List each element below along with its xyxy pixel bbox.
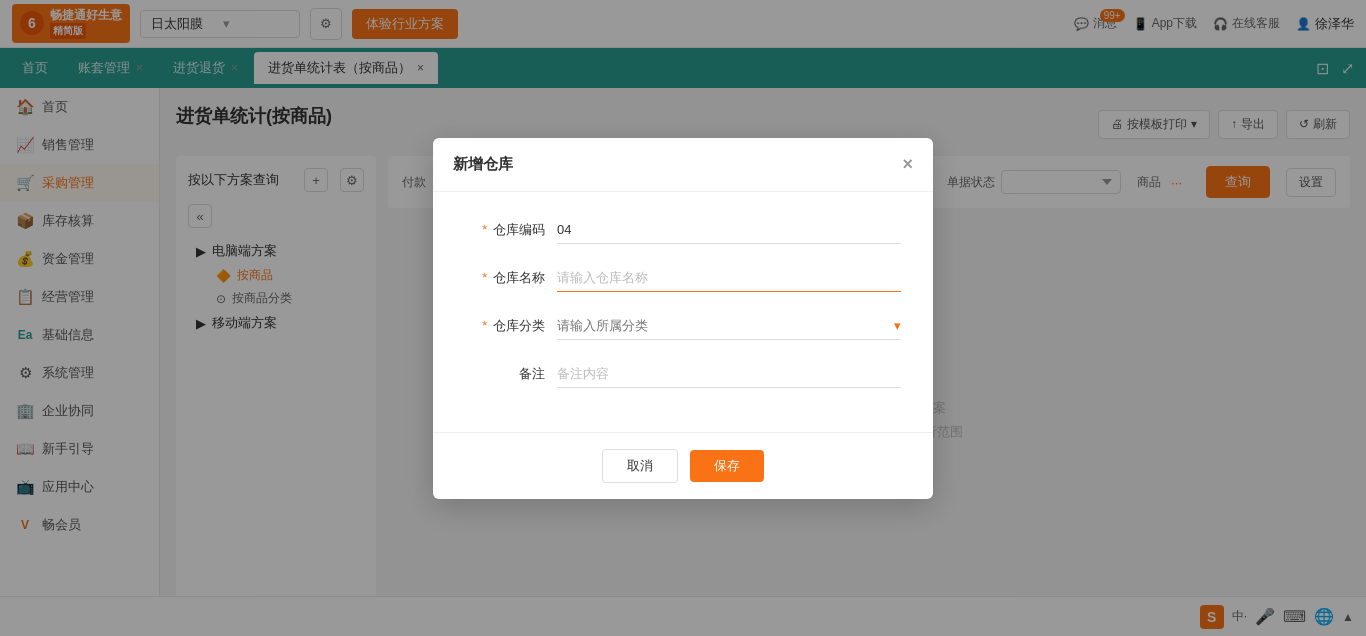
category-form-row: * 仓库分类 ▾ (465, 312, 901, 340)
code-label-text: 仓库编码 (493, 222, 545, 237)
dialog-close-button[interactable]: × (902, 154, 913, 175)
cancel-button[interactable]: 取消 (602, 449, 678, 483)
category-select-row: ▾ (557, 312, 901, 340)
name-label: * 仓库名称 (465, 269, 545, 287)
modal-overlay: 新增仓库 × * 仓库编码 * 仓库名称 (0, 0, 1366, 636)
new-warehouse-dialog: 新增仓库 × * 仓库编码 * 仓库名称 (433, 138, 933, 499)
name-required-star: * (482, 270, 487, 285)
dialog-body: * 仓库编码 * 仓库名称 * 仓库分类 (433, 192, 933, 432)
dialog-header: 新增仓库 × (433, 138, 933, 192)
name-form-row: * 仓库名称 (465, 264, 901, 292)
dialog-title: 新增仓库 (453, 155, 513, 174)
note-form-row: 备注 (465, 360, 901, 388)
category-dropdown-arrow[interactable]: ▾ (894, 318, 901, 333)
note-label-text: 备注 (519, 366, 545, 381)
note-label: 备注 (465, 365, 545, 383)
category-input[interactable] (557, 318, 894, 333)
code-label: * 仓库编码 (465, 221, 545, 239)
category-required-star: * (482, 318, 487, 333)
name-input[interactable] (557, 264, 901, 292)
category-label-text: 仓库分类 (493, 318, 545, 333)
code-required-star: * (482, 222, 487, 237)
code-form-row: * 仓库编码 (465, 216, 901, 244)
dialog-footer: 取消 保存 (433, 432, 933, 499)
category-label: * 仓库分类 (465, 317, 545, 335)
note-input[interactable] (557, 360, 901, 388)
name-label-text: 仓库名称 (493, 270, 545, 285)
code-input[interactable] (557, 216, 901, 244)
save-button[interactable]: 保存 (690, 450, 764, 482)
